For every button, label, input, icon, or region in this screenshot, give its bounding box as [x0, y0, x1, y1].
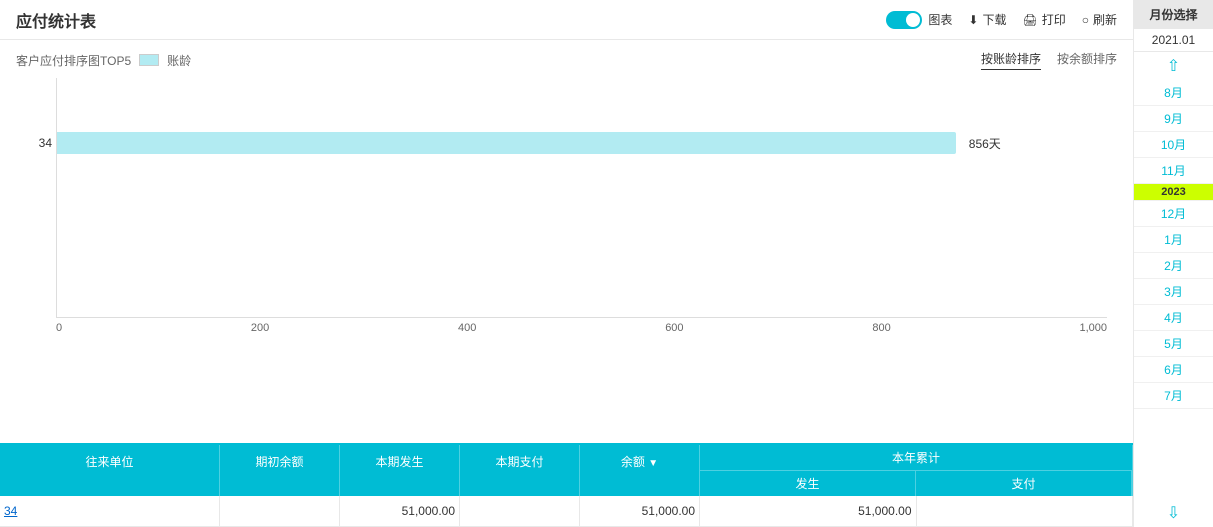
col-unit-header: 往来单位: [0, 445, 220, 496]
bar-fill: 856天: [57, 132, 956, 154]
header-actions: 图表 ⬇ 下载 🖨 打印 ○ 刷新: [886, 11, 1117, 29]
month-item[interactable]: 2月: [1134, 253, 1213, 279]
month-list: 8月9月10月11月202312月1月2月3月4月5月6月7月: [1134, 80, 1213, 499]
month-item[interactable]: 10月: [1134, 132, 1213, 158]
header: 应付统计表 图表 ⬇ 下载 🖨 打印 ○ 刷新: [0, 0, 1133, 40]
table-cell: 51,000.00: [580, 496, 700, 526]
month-item[interactable]: 12月: [1134, 201, 1213, 227]
month-item[interactable]: 3月: [1134, 279, 1213, 305]
ytd-pay-header: 支付: [916, 471, 1132, 496]
bar-chart: 34856天 02004006008001,000: [16, 78, 1117, 358]
bar-value-label: 856天: [969, 135, 1001, 152]
sidebar-current-month: 2021.01: [1134, 29, 1213, 52]
month-item[interactable]: 7月: [1134, 383, 1213, 409]
sidebar: 月份选择 2021.01 ⇧ 8月9月10月11月202312月1月2月3月4月…: [1133, 0, 1213, 527]
ytd-label: 本年累计: [700, 445, 1132, 471]
chart-toggle[interactable]: [886, 11, 922, 29]
bar-y-label: 34: [22, 136, 52, 150]
col-ytd-header: 本年累计 发生 支付: [700, 445, 1133, 496]
month-item[interactable]: 5月: [1134, 331, 1213, 357]
refresh-button[interactable]: ○ 刷新: [1082, 11, 1117, 28]
balance-sort-icon: ▼: [648, 458, 658, 469]
x-axis: 0 200 400 600 800 1,000: [56, 318, 1107, 334]
sidebar-prev-btn[interactable]: ⇧: [1134, 52, 1213, 80]
refresh-icon: ○: [1082, 13, 1089, 27]
x-axis-label: 400: [458, 322, 476, 334]
bar-chart-inner: 34856天: [56, 78, 1107, 318]
month-item[interactable]: 4月: [1134, 305, 1213, 331]
table-section: 往来单位 期初余额 本期发生 本期支付 余额 ▼ 本年累计 发生 支付 34 51…: [0, 443, 1133, 527]
ytd-cells: 51,000.00: [700, 496, 1133, 526]
sort-by-balance-tab[interactable]: 按余额排序: [1057, 50, 1117, 70]
table-cell[interactable]: 34: [0, 496, 220, 526]
legend-item-label: 账龄: [167, 52, 191, 69]
table-row: 3451,000.0051,000.0051,000.00: [0, 496, 1133, 527]
table-cell: [220, 496, 340, 526]
table-body: 3451,000.0051,000.0051,000.00: [0, 496, 1133, 527]
chart-toggle-container: 图表: [886, 11, 952, 29]
year-badge: 2023: [1134, 184, 1213, 201]
x-axis-label: 800: [872, 322, 890, 334]
sort-by-amount-tab[interactable]: 按账龄排序: [981, 50, 1041, 70]
col-opening-header: 期初余额: [220, 445, 340, 496]
print-icon: 🖨: [1022, 13, 1037, 27]
unit-link[interactable]: 34: [4, 504, 17, 518]
chart-area: 客户应付排序图TOP5 账龄 按账龄排序 按余额排序 34856天 020040…: [0, 40, 1133, 443]
chart-header: 客户应付排序图TOP5 账龄 按账龄排序 按余额排序: [16, 50, 1117, 70]
col-balance-header: 余额 ▼: [580, 445, 700, 496]
month-item[interactable]: 1月: [1134, 227, 1213, 253]
ytd-occur-header: 发生: [700, 471, 916, 496]
table-cell: [460, 496, 580, 526]
month-item[interactable]: 11月: [1134, 158, 1213, 184]
ytd-sub-headers: 发生 支付: [700, 471, 1132, 496]
chart-toggle-label: 图表: [928, 11, 952, 28]
print-button[interactable]: 🖨 打印: [1022, 11, 1065, 28]
legend-title: 客户应付排序图TOP5: [16, 52, 131, 69]
download-button[interactable]: ⬇ 下载: [968, 11, 1006, 28]
bar-row: 34856天: [57, 128, 1107, 158]
ytd-pay-cell: [917, 496, 1134, 526]
ytd-occur-cell: 51,000.00: [700, 496, 917, 526]
sidebar-next-btn[interactable]: ⇩: [1134, 499, 1213, 527]
month-item[interactable]: 8月: [1134, 80, 1213, 106]
x-axis-label: 200: [251, 322, 269, 334]
x-axis-label: 1,000: [1079, 322, 1107, 334]
table-cell: 51,000.00: [340, 496, 460, 526]
chart-legend: 客户应付排序图TOP5 账龄: [16, 52, 191, 69]
legend-box: [139, 54, 159, 66]
month-item[interactable]: 6月: [1134, 357, 1213, 383]
x-axis-label: 0: [56, 322, 62, 334]
sidebar-month-header: 月份选择: [1134, 0, 1213, 29]
sort-tabs: 按账龄排序 按余额排序: [981, 50, 1117, 70]
col-occur-header: 本期发生: [340, 445, 460, 496]
main-content: 应付统计表 图表 ⬇ 下载 🖨 打印 ○ 刷新 客户应付排序图TOP5: [0, 0, 1133, 527]
x-axis-label: 600: [665, 322, 683, 334]
table-header: 往来单位 期初余额 本期发生 本期支付 余额 ▼ 本年累计 发生 支付: [0, 445, 1133, 496]
col-pay-header: 本期支付: [460, 445, 580, 496]
download-icon: ⬇: [968, 13, 978, 27]
page-title: 应付统计表: [16, 8, 96, 32]
month-item[interactable]: 9月: [1134, 106, 1213, 132]
